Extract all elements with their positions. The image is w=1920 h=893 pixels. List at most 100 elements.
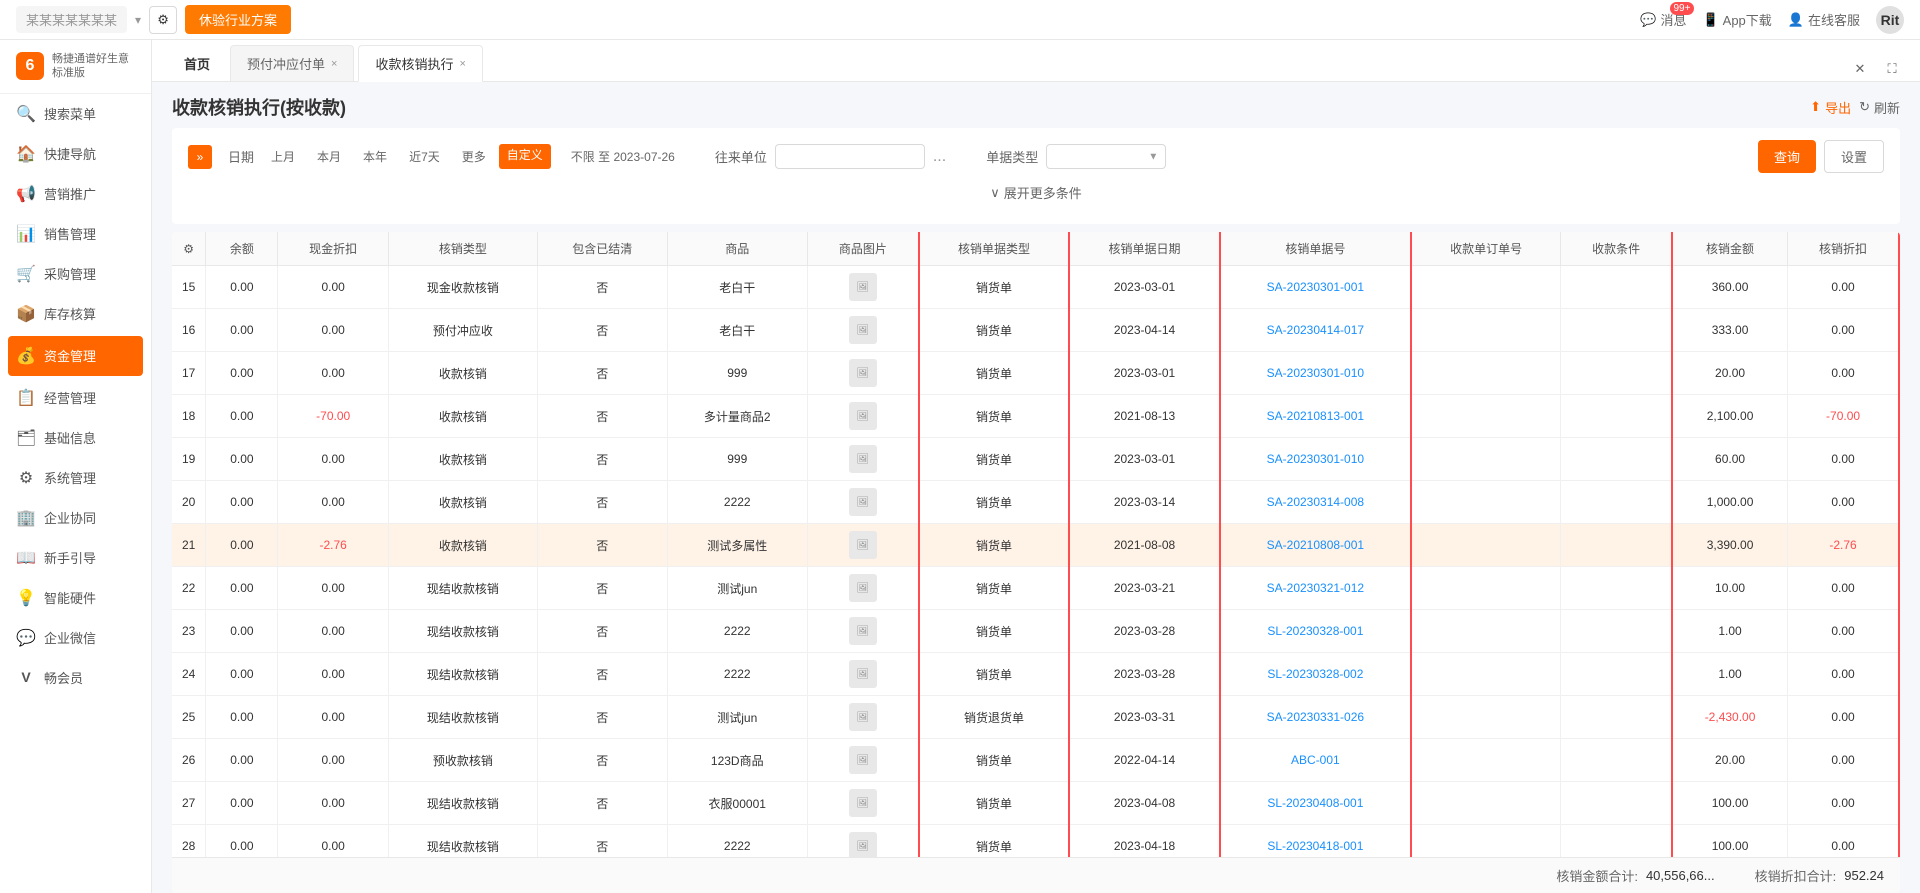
sidebar-item-system[interactable]: ⚙ 系统管理 <box>0 458 151 498</box>
sidebar-item-search[interactable]: 🔍 搜索菜单 <box>0 94 151 134</box>
date-btn-this-year[interactable]: 本年 <box>354 144 396 169</box>
filter-collapse-btn[interactable]: » <box>188 145 212 169</box>
cell-writeoff-voucher-date: 2023-04-14 <box>1069 309 1220 352</box>
goods-image-thumb: 🖼 <box>849 273 877 301</box>
sidebar-item-label: 新手引导 <box>44 548 96 567</box>
sidebar-item-label: 畅会员 <box>44 668 83 687</box>
counterpart-input[interactable] <box>775 144 925 169</box>
voucher-no-link[interactable]: SA-20210808-001 <box>1267 538 1364 552</box>
date-btn-custom[interactable]: 自定义 <box>499 144 551 169</box>
tab-prepay-close[interactable]: × <box>331 58 337 70</box>
cell-balance: 0.00 <box>206 696 278 739</box>
cell-writeoff-voucher-type: 销货单 <box>919 610 1070 653</box>
header-actions: ⬆ 导出 ↻ 刷新 <box>1810 98 1900 117</box>
voucher-no-link[interactable]: SA-20230301-010 <box>1267 452 1364 466</box>
voucher-no-link[interactable]: SA-20230314-008 <box>1267 495 1364 509</box>
voucher-type-select-wrapper <box>1046 144 1166 169</box>
voucher-no-link[interactable]: SA-20230321-012 <box>1267 581 1364 595</box>
main-content: 首页 预付冲应付单 × 收款核销执行 × ✕ ⛶ 收款核销执行(按收款) ⬆ 导… <box>152 40 1920 893</box>
tab-bar-right: ✕ ⛶ <box>1848 57 1904 81</box>
query-button[interactable]: 查询 <box>1758 140 1816 173</box>
tab-prepay-label: 预付冲应付单 <box>247 54 325 73</box>
sidebar-item-operation[interactable]: 📋 经营管理 <box>0 378 151 418</box>
tab-home[interactable]: 首页 <box>168 46 226 81</box>
expand-conditions-button[interactable]: ∨ 展开更多条件 <box>978 177 1094 208</box>
purchase-icon: 🛒 <box>16 264 36 284</box>
app-download-button[interactable]: 📱 App下载 <box>1702 10 1771 29</box>
logo-text: 畅捷通谱好生意 标准版 <box>52 52 129 81</box>
date-btn-more[interactable]: 更多 <box>453 144 495 169</box>
avatar[interactable]: Rit <box>1876 6 1904 34</box>
date-btn-this-month[interactable]: 本月 <box>308 144 350 169</box>
cell-writeoff-type: 预收款核销 <box>388 739 537 782</box>
table-scroll[interactable]: ⚙ 余额 现金折扣 核销类型 包含已结清 商品 商品图片 核销单据类型 核销单据… <box>172 232 1900 857</box>
sidebar-item-wechat[interactable]: 💬 企业微信 <box>0 618 151 658</box>
cell-writeoff-voucher-date: 2023-03-01 <box>1069 266 1220 309</box>
tab-collection[interactable]: 收款核销执行 × <box>358 45 482 82</box>
th-settings[interactable]: ⚙ <box>172 232 206 266</box>
sidebar-item-marketing[interactable]: 📢 营销推广 <box>0 174 151 214</box>
inventory-icon: 📦 <box>16 304 36 324</box>
cell-writeoff-voucher-type: 销货单 <box>919 481 1070 524</box>
voucher-no-link[interactable]: SA-20230301-010 <box>1267 366 1364 380</box>
cell-balance: 0.00 <box>206 481 278 524</box>
sidebar-item-hardware[interactable]: 💡 智能硬件 <box>0 578 151 618</box>
collab-icon: 🏢 <box>16 508 36 528</box>
tab-collection-close[interactable]: × <box>459 58 465 70</box>
date-btn-7days[interactable]: 近7天 <box>400 144 449 169</box>
sidebar-item-inventory[interactable]: 📦 库存核算 <box>0 294 151 334</box>
export-button[interactable]: ⬆ 导出 <box>1810 98 1851 117</box>
voucher-type-select[interactable] <box>1046 144 1166 169</box>
sidebar-item-member[interactable]: V 畅会员 <box>0 658 151 697</box>
footer-amount: 核销金额合计: 40,556,66... <box>1556 866 1714 885</box>
th-balance: 余额 <box>206 232 278 266</box>
tab-prepay[interactable]: 预付冲应付单 × <box>230 45 354 81</box>
message-button[interactable]: 💬 消息 99+ <box>1640 10 1686 29</box>
cell-cash-discount: 0.00 <box>278 481 389 524</box>
voucher-no-link[interactable]: SA-20230414-017 <box>1267 323 1364 337</box>
cell-writeoff-voucher-date: 2023-03-14 <box>1069 481 1220 524</box>
cell-goods-image: 🖼 <box>807 481 918 524</box>
counterpart-label: 往来单位 <box>715 147 767 166</box>
company-dropdown-icon[interactable]: ▾ <box>135 13 141 27</box>
sidebar: 6 畅捷通谱好生意 标准版 🔍 搜索菜单 🏠 快捷导航 📢 营销推广 📊 销售管… <box>0 40 152 893</box>
cell-writeoff-amount: 333.00 <box>1672 309 1788 352</box>
settings-icon-btn[interactable]: ⚙ <box>149 6 177 34</box>
filter-settings-button[interactable]: 设置 <box>1824 140 1884 173</box>
voucher-no-link[interactable]: ABC-001 <box>1291 753 1340 767</box>
sidebar-item-quick[interactable]: 🏠 快捷导航 <box>0 134 151 174</box>
sidebar-item-finance[interactable]: 💰 资金管理 <box>8 336 143 376</box>
voucher-no-link[interactable]: SA-20210813-001 <box>1267 409 1364 423</box>
refresh-button[interactable]: ↻ 刷新 <box>1859 98 1900 117</box>
cell-cash-discount: -70.00 <box>278 395 389 438</box>
counterpart-dots[interactable]: ... <box>933 148 946 166</box>
cell-include-settled: 否 <box>537 309 667 352</box>
voucher-no-link[interactable]: SL-20230408-001 <box>1267 796 1363 810</box>
cell-goods: 999 <box>667 352 807 395</box>
tab-bar: 首页 预付冲应付单 × 收款核销执行 × ✕ ⛶ <box>152 40 1920 82</box>
cell-receipt-order-no <box>1411 782 1561 825</box>
sidebar-item-collab[interactable]: 🏢 企业协同 <box>0 498 151 538</box>
cell-cash-discount: -2.76 <box>278 524 389 567</box>
voucher-no-link[interactable]: SA-20230301-001 <box>1267 280 1364 294</box>
maximize-icon[interactable]: ⛶ <box>1880 57 1904 81</box>
sidebar-item-guide[interactable]: 📖 新手引导 <box>0 538 151 578</box>
sidebar-item-purchase[interactable]: 🛒 采购管理 <box>0 254 151 294</box>
cell-writeoff-discount: 0.00 <box>1788 653 1899 696</box>
voucher-no-link[interactable]: SL-20230418-001 <box>1267 839 1363 853</box>
voucher-no-link[interactable]: SL-20230328-001 <box>1267 624 1363 638</box>
sidebar-item-sales[interactable]: 📊 销售管理 <box>0 214 151 254</box>
footer-amount-label: 核销金额合计: <box>1556 866 1638 885</box>
goods-image-thumb: 🖼 <box>849 359 877 387</box>
cell-goods: 测试多属性 <box>667 524 807 567</box>
industry-solution-button[interactable]: 休验行业方案 <box>185 5 291 34</box>
page-title: 收款核销执行(按收款) <box>172 94 346 120</box>
sidebar-item-basic[interactable]: 🗂 基础信息 <box>0 418 151 458</box>
sidebar-item-label: 搜索菜单 <box>44 104 96 123</box>
voucher-no-link[interactable]: SA-20230331-026 <box>1267 710 1364 724</box>
cell-writeoff-amount: 60.00 <box>1672 438 1788 481</box>
close-window-icon[interactable]: ✕ <box>1848 57 1872 81</box>
online-service-button[interactable]: 👤 在线客服 <box>1788 10 1860 29</box>
date-btn-prev-month[interactable]: 上月 <box>262 144 304 169</box>
voucher-no-link[interactable]: SL-20230328-002 <box>1267 667 1363 681</box>
